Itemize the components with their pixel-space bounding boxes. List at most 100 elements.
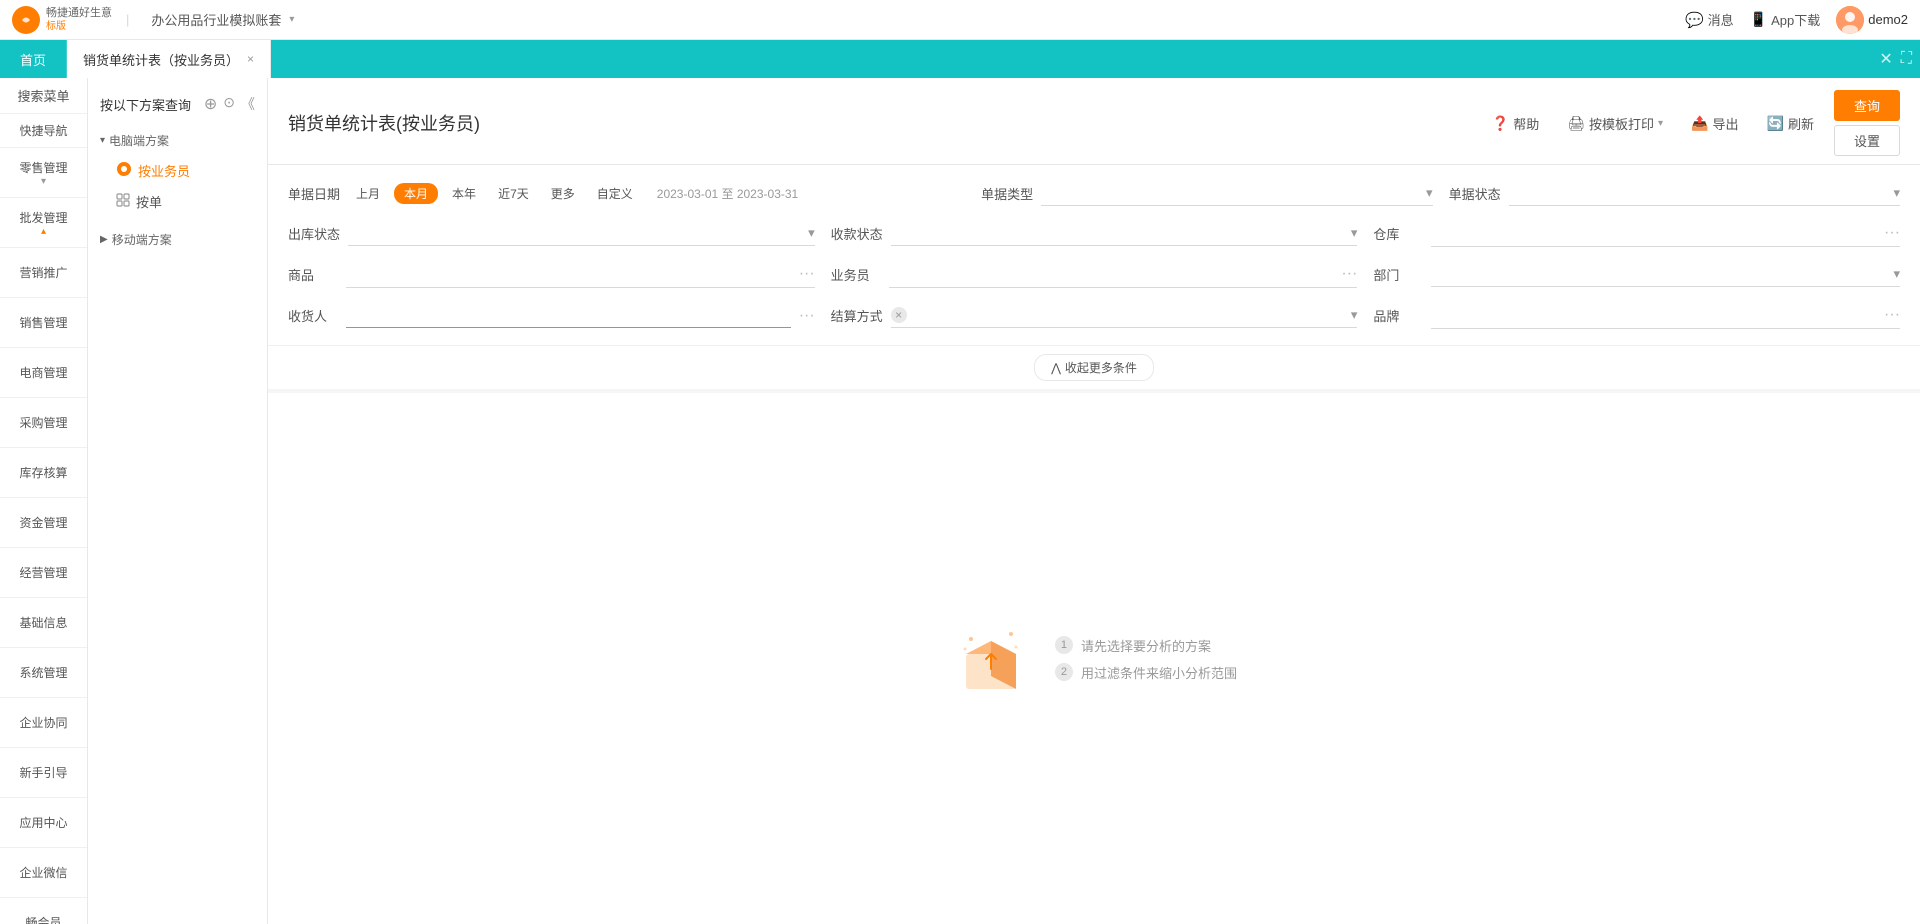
refresh-icon: 🔄 [1767,115,1784,132]
chevron-down-icon: ▾ [1351,307,1358,323]
chevron-down-icon: ▾ [1351,225,1358,241]
payment-clear-btn[interactable]: × [891,307,907,323]
consignee-input[interactable] [346,304,791,328]
chevron-up-icon: ⋀ [1051,361,1061,375]
chevron-down-icon: ▾ [41,176,46,187]
print-btn[interactable]: 🖨 按模板打印 ▾ [1559,110,1671,137]
empty-tips: 1 请先选择要分析的方案 2 用过滤条件来缩小分析范围 [1055,636,1237,682]
date-btn-this-year[interactable]: 本年 [444,183,484,204]
filter-warehouse: 仓库 ··· [1373,220,1900,247]
sidebar-item-collab[interactable]: 企业协同 [0,698,87,748]
receipt-status-select[interactable]: ▾ [891,221,1358,246]
chevron-down-icon: ▾ [1426,185,1433,201]
content-area: 销货单统计表(按业务员) ❓ 帮助 🖨 按模板打印 ▾ 📤 导出 🔄 刷新 [268,78,1920,924]
sidebar-item-apps[interactable]: 应用中心 [0,798,87,848]
sidebar-item-quick-nav[interactable]: 快捷导航 [0,114,87,148]
settings-button[interactable]: 设置 [1834,125,1900,156]
sidebar-item-wechat[interactable]: 企业微信 [0,848,87,898]
filter-row-4: 收货人 ··· 结算方式 × ▾ 品牌 ··· [288,302,1900,329]
out-status-label: 出库状态 [288,224,340,243]
message-btn[interactable]: 💬 消息 [1685,10,1734,29]
page-actions: ❓ 帮助 🖨 按模板打印 ▾ 📤 导出 🔄 刷新 查询 [1484,90,1900,156]
sidebar-item-purchase[interactable]: 采购管理 [0,398,87,448]
chevron-down-icon: ▾ [289,14,294,25]
sidebar: 搜索菜单 快捷导航 零售管理 ▾ 批发管理 ▴ 营销推广 销售管理 电商管理 采… [0,78,88,924]
brand-select-dots[interactable]: ··· [1884,306,1900,324]
warehouse-select-dots[interactable]: ··· [1884,224,1900,242]
tab-minimize-btn[interactable]: ✕ [1879,49,1892,69]
scheme-salesperson[interactable]: 按业务员 [88,155,267,186]
date-btn-more[interactable]: 更多 [543,183,583,204]
filter-receipt-status: 收款状态 ▾ [831,221,1358,246]
filter-goods: 商品 ··· [288,261,815,288]
mobile-section-title[interactable]: ▶ 移动端方案 [88,225,267,254]
top-bar-right: 💬 消息 📱 App下载 demo2 [1685,6,1908,34]
salesperson-select-dots[interactable]: ··· [1341,265,1357,283]
scheme-by-order[interactable]: 按单 [88,186,267,217]
export-btn[interactable]: 📤 导出 [1683,110,1746,137]
help-btn[interactable]: ❓ 帮助 [1484,110,1547,137]
mobile-section: ▶ 移动端方案 [88,221,267,258]
tab-home[interactable]: 首页 [0,40,67,78]
chevron-down-icon: ▾ [1658,118,1663,129]
collapse-btn[interactable]: ⋀ 收起更多条件 [1034,354,1154,381]
receipt-status-label: 收款状态 [831,224,883,243]
tab-close-btn[interactable]: × [247,52,254,66]
date-label: 单据日期 [288,184,340,203]
sidebar-item-wholesale[interactable]: 批发管理 ▴ [0,198,87,248]
tab-maximize-btn[interactable]: ⛶ [1901,50,1912,68]
left-panel-header: 按以下方案查询 ⊕ ⊙ 《 [88,86,267,122]
consignee-dots[interactable]: ··· [799,307,815,325]
sidebar-item-operations[interactable]: 经营管理 [0,548,87,598]
sidebar-item-finance[interactable]: 资金管理 [0,498,87,548]
page-header: 销货单统计表(按业务员) ❓ 帮助 🖨 按模板打印 ▾ 📤 导出 🔄 刷新 [268,78,1920,165]
sidebar-item-basic[interactable]: 基础信息 [0,598,87,648]
sidebar-item-sales[interactable]: 销售管理 [0,298,87,348]
date-btn-last-month[interactable]: 上月 [348,183,388,204]
app-download-btn[interactable]: 📱 App下载 [1750,10,1821,29]
tip-num-1: 1 [1055,636,1073,654]
chevron-right-icon: ▶ [100,234,108,245]
warehouse-label: 仓库 [1373,224,1423,243]
phone-icon: 📱 [1750,11,1767,28]
date-btn-this-month[interactable]: 本月 [394,183,438,204]
sidebar-item-marketing[interactable]: 营销推广 [0,248,87,298]
doc-type-select[interactable]: ▾ [1041,181,1432,206]
sidebar-item-members[interactable]: 畅会员 [0,898,87,924]
sidebar-item-system[interactable]: 系统管理 [0,648,87,698]
collapse-row: ⋀ 收起更多条件 [268,345,1920,389]
goods-select-dots[interactable]: ··· [799,265,815,283]
sidebar-item-retail[interactable]: 零售管理 ▾ [0,148,87,198]
tab-active[interactable]: 销货单统计表（按业务员） × [67,40,271,78]
sidebar-item-inventory[interactable]: 库存核算 [0,448,87,498]
logo-text: 畅捷通好生意 标版 [46,6,112,33]
user-area[interactable]: demo2 [1836,6,1908,34]
filter-dept: 部门 ▾ [1373,262,1900,287]
sidebar-item-ecommerce[interactable]: 电商管理 [0,348,87,398]
query-button[interactable]: 查询 [1834,90,1900,121]
doc-status-select[interactable]: ▾ [1509,181,1900,206]
help-icon: ❓ [1492,115,1509,132]
chevron-down-icon: ▾ [100,135,105,146]
add-scheme-icon[interactable]: ⊕ [204,94,217,114]
payment-select[interactable]: × ▾ [891,303,1358,328]
out-status-select[interactable]: ▾ [348,221,815,246]
date-btn-7days[interactable]: 近7天 [490,183,537,204]
filter-row-1: 单据日期 上月 本月 本年 近7天 更多 自定义 2023-03-01 至 20… [288,181,1900,206]
desktop-section-title[interactable]: ▾ 电脑端方案 [88,126,267,155]
chevron-down-icon: ▾ [808,225,815,241]
empty-illustration [951,619,1031,699]
settings-scheme-icon[interactable]: ⊙ [223,94,235,114]
refresh-btn[interactable]: 🔄 刷新 [1759,110,1822,137]
breadcrumb[interactable]: 办公用品行业模拟账套 ▾ [151,10,294,29]
sidebar-item-guide[interactable]: 新手引导 [0,748,87,798]
brand-label: 品牌 [1373,306,1423,325]
export-icon: 📤 [1691,115,1708,132]
goods-label: 商品 [288,265,338,284]
desktop-section: ▾ 电脑端方案 按业务员 [88,122,267,221]
grid-icon [116,193,130,210]
collapse-panel-icon[interactable]: 《 [241,94,255,114]
dept-select[interactable]: ▾ [1431,262,1900,287]
date-btn-custom[interactable]: 自定义 [589,183,641,204]
sidebar-item-search-menu[interactable]: 搜索菜单 [0,78,87,114]
